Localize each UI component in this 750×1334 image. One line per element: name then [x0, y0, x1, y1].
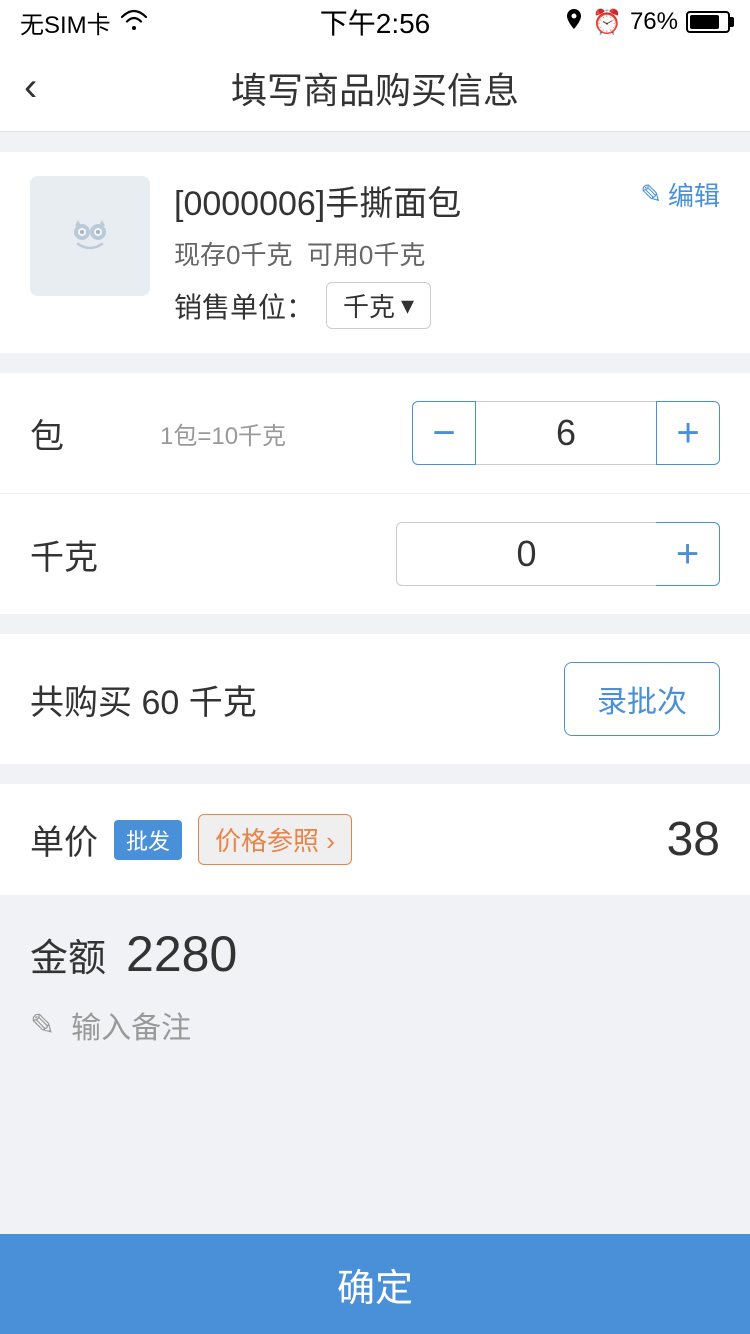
price-value: 38: [667, 812, 720, 867]
amount-section: 金额 2280 ✎ 输入备注: [0, 895, 750, 1067]
edit-button[interactable]: ✎ 编辑: [640, 176, 720, 213]
back-button[interactable]: ‹: [24, 65, 37, 110]
amount-label: 金额: [30, 927, 106, 982]
product-image: [30, 176, 150, 296]
kg-plus-button[interactable]: +: [656, 522, 720, 586]
product-stock: 现存0千克 可用0千克: [174, 235, 720, 272]
wholesale-badge: 批发: [114, 820, 182, 860]
battery-icon: [686, 11, 730, 33]
kg-row: 千克 +: [0, 494, 750, 614]
status-left: 无SIM卡: [20, 5, 149, 40]
kg-quantity-input[interactable]: [396, 522, 656, 586]
price-section: 单价 批发 价格参照 › 38: [0, 784, 750, 895]
remark-text: 输入备注: [71, 1003, 191, 1047]
sim-label: 无SIM卡: [20, 5, 111, 40]
package-sub-label: 1包=10千克: [160, 416, 286, 451]
batch-button[interactable]: 录批次: [564, 662, 720, 736]
price-ref-button[interactable]: 价格参照 ›: [198, 814, 352, 865]
package-label: 包: [30, 409, 150, 458]
package-section: 包 1包=10千克 − + 千克 +: [0, 373, 750, 614]
kg-label: 千克: [30, 530, 150, 579]
amount-value: 2280: [126, 925, 237, 983]
product-unit-row: 销售单位： 千克 ▾: [174, 282, 720, 329]
status-bar: 无SIM卡 下午2:56 ⏰ 76%: [0, 0, 750, 44]
kg-controls: +: [396, 522, 720, 586]
remark-row[interactable]: ✎ 输入备注: [30, 1003, 720, 1047]
package-row: 包 1包=10千克 − +: [0, 373, 750, 494]
status-right: ⏰ 76%: [564, 8, 730, 37]
status-time: 下午2:56: [320, 2, 431, 42]
product-name: [0000006]手撕面包: [174, 176, 461, 225]
product-card: [0000006]手撕面包 ✎ 编辑 现存0千克 可用0千克 销售单位： 千克 …: [0, 152, 750, 353]
price-row: 单价 批发 价格参照 › 38: [30, 812, 720, 867]
page-title: 填写商品购买信息: [231, 62, 519, 114]
nav-bar: ‹ 填写商品购买信息: [0, 44, 750, 132]
amount-row: 金额 2280: [30, 925, 720, 983]
alarm-icon: ⏰: [592, 8, 622, 37]
chevron-down-icon: ▾: [401, 290, 414, 321]
summary-text: 共购买 60 千克: [30, 675, 257, 724]
wifi-icon: [119, 7, 149, 38]
price-left: 单价 批发 价格参照 ›: [30, 814, 352, 865]
package-plus-button[interactable]: +: [656, 401, 720, 465]
price-label: 单价: [30, 815, 98, 864]
location-icon: [564, 8, 584, 37]
summary-section: 共购买 60 千克 录批次: [0, 634, 750, 764]
unit-select[interactable]: 千克 ▾: [326, 282, 431, 329]
package-minus-button[interactable]: −: [412, 401, 476, 465]
package-controls: − +: [412, 401, 720, 465]
confirm-button[interactable]: 确定: [0, 1234, 750, 1334]
product-info: [0000006]手撕面包 ✎ 编辑 现存0千克 可用0千克 销售单位： 千克 …: [174, 176, 720, 329]
battery-pct: 76%: [630, 8, 678, 36]
package-quantity-input[interactable]: [476, 401, 656, 465]
edit-remark-icon: ✎: [30, 1008, 55, 1043]
edit-icon: ✎: [640, 179, 662, 210]
